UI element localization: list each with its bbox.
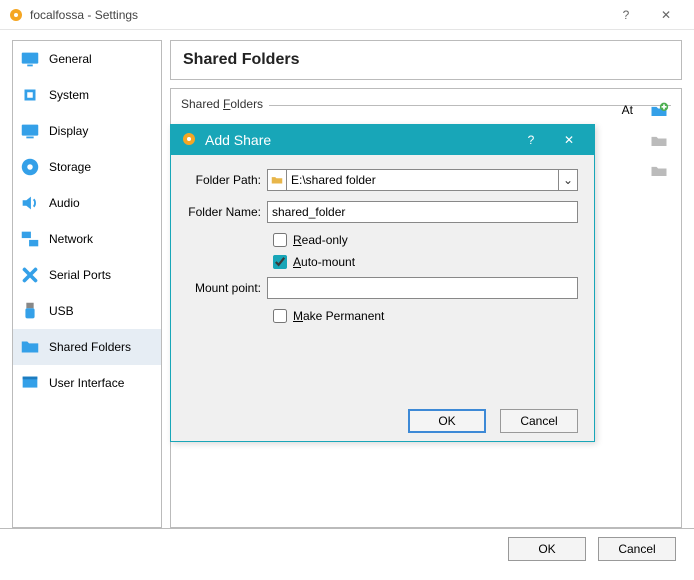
- monitor-icon: [19, 120, 41, 142]
- sidebar-item-label: System: [49, 88, 89, 102]
- sidebar-item-label: Display: [49, 124, 88, 138]
- sidebar-item-label: USB: [49, 304, 74, 318]
- add-share-ok-button[interactable]: OK: [408, 409, 486, 433]
- sidebar-item-label: General: [49, 52, 92, 66]
- section-label: Shared Folders: [181, 97, 671, 111]
- chevron-down-icon[interactable]: ⌄: [559, 173, 577, 187]
- sidebar-item-network[interactable]: Network: [13, 221, 161, 257]
- add-share-help-button[interactable]: ?: [516, 125, 546, 155]
- add-share-body: Folder Path: ⌄ Folder Name: Read-only: [171, 155, 594, 401]
- settings-cancel-button[interactable]: Cancel: [598, 537, 676, 561]
- automount-label: Auto-mount: [293, 255, 355, 269]
- usb-icon: [19, 300, 41, 322]
- add-share-footer: OK Cancel: [171, 401, 594, 441]
- sidebar-item-display[interactable]: Display: [13, 113, 161, 149]
- sidebar-item-user-interface[interactable]: User Interface: [13, 365, 161, 401]
- close-button[interactable]: ✕: [646, 1, 686, 29]
- folder-name-label: Folder Name:: [187, 205, 267, 219]
- dialog-button-bar: OK Cancel: [0, 528, 694, 568]
- folder-name-input[interactable]: [267, 201, 578, 223]
- sidebar-item-label: Shared Folders: [49, 340, 131, 354]
- sidebar-item-storage[interactable]: Storage: [13, 149, 161, 185]
- folder-path-combobox[interactable]: ⌄: [267, 169, 578, 191]
- sidebar-item-audio[interactable]: Audio: [13, 185, 161, 221]
- sidebar-item-label: Storage: [49, 160, 91, 174]
- folder-path-label: Folder Path:: [187, 173, 267, 187]
- permanent-label: Make Permanent: [293, 309, 384, 323]
- add-share-close-button[interactable]: ✕: [554, 125, 584, 155]
- app-gear-icon: [8, 7, 24, 23]
- add-share-title: Add Share: [205, 132, 508, 148]
- sidebar-item-system[interactable]: System: [13, 77, 161, 113]
- network-icon: [19, 228, 41, 250]
- sidebar-item-general[interactable]: General: [13, 41, 161, 77]
- speaker-icon: [19, 192, 41, 214]
- sidebar-item-label: Serial Ports: [49, 268, 111, 282]
- folders-toolbar: [647, 99, 673, 183]
- page-title: Shared Folders: [183, 51, 669, 69]
- page-title-box: Shared Folders: [170, 40, 682, 80]
- folder-path-input[interactable]: [286, 169, 559, 191]
- add-share-cancel-button[interactable]: Cancel: [500, 409, 578, 433]
- mountpoint-label: Mount point:: [187, 281, 267, 295]
- help-button[interactable]: ?: [606, 1, 646, 29]
- sidebar-item-serial-ports[interactable]: Serial Ports: [13, 257, 161, 293]
- chip-icon: [19, 84, 41, 106]
- permanent-checkbox[interactable]: [273, 309, 287, 323]
- gear-icon: [181, 131, 197, 150]
- remove-folder-button[interactable]: [647, 159, 671, 183]
- folder-small-icon: [268, 173, 286, 187]
- automount-checkbox[interactable]: [273, 255, 287, 269]
- settings-ok-button[interactable]: OK: [508, 537, 586, 561]
- add-folder-button[interactable]: [647, 99, 671, 123]
- readonly-checkbox[interactable]: [273, 233, 287, 247]
- serial-icon: [19, 264, 41, 286]
- mountpoint-input[interactable]: [267, 277, 578, 299]
- sidebar-item-usb[interactable]: USB: [13, 293, 161, 329]
- readonly-label: Read-only: [293, 233, 348, 247]
- sidebar-item-shared-folders[interactable]: Shared Folders: [13, 329, 161, 365]
- disk-icon: [19, 156, 41, 178]
- folder-icon: [19, 336, 41, 358]
- ui-icon: [19, 372, 41, 394]
- sidebar-item-label: Network: [49, 232, 93, 246]
- sidebar: General System Display Storage Audio Net…: [12, 40, 162, 528]
- window-title: focalfossa - Settings: [30, 8, 606, 22]
- edit-folder-button[interactable]: [647, 129, 671, 153]
- add-share-titlebar: Add Share ? ✕: [171, 125, 594, 155]
- add-share-dialog: Add Share ? ✕ Folder Path: ⌄ Folder Name…: [170, 124, 595, 442]
- sidebar-item-label: User Interface: [49, 376, 124, 390]
- titlebar: focalfossa - Settings ? ✕: [0, 0, 694, 30]
- section-rule: [269, 105, 671, 106]
- sidebar-item-label: Audio: [49, 196, 80, 210]
- column-header-at: At: [622, 103, 633, 117]
- display-icon: [19, 48, 41, 70]
